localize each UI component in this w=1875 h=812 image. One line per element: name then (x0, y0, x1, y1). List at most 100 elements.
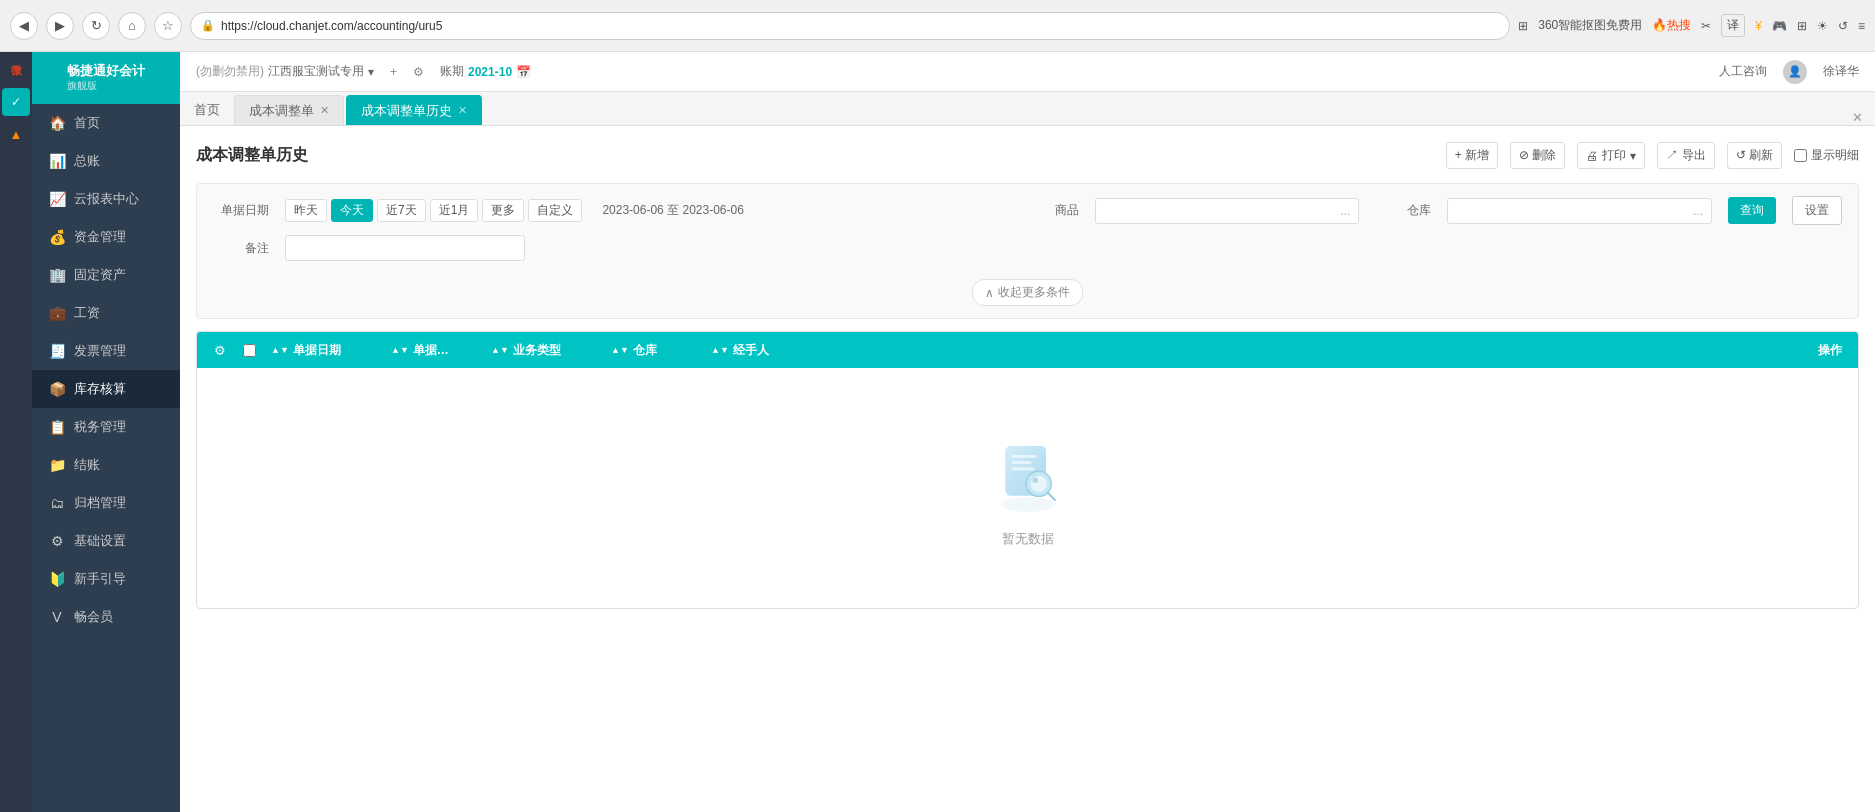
refresh-btn[interactable]: ↺ 刷新 (1727, 142, 1782, 169)
tab-cost-adjust-label: 成本调整单 (249, 102, 314, 120)
settings-col-icon: ⚙ (214, 343, 226, 358)
sort-arrows-num: ▲▼ (391, 346, 409, 354)
th-settings-icon[interactable]: ⚙ (205, 343, 235, 358)
service-btn[interactable]: 人工咨询 (1719, 63, 1767, 80)
svg-rect-3 (1011, 455, 1036, 458)
nav-header: 畅捷通好会计 旗舰版 (32, 52, 180, 104)
delete-btn[interactable]: ⊘ 删除 (1510, 142, 1565, 169)
icon-weibo[interactable]: 微 (2, 56, 30, 84)
page-content: 成本调整单历史 + 新增 ⊘ 删除 🖨 打印 ▾ ↗ 导出 ↺ 刷新 显示明细 (180, 126, 1875, 812)
export-btn[interactable]: ↗ 导出 (1657, 142, 1714, 169)
lock-icon: 🔒 (201, 19, 215, 32)
svg-line-8 (1047, 493, 1054, 500)
nav-icon-tax: 📋 (48, 419, 66, 435)
sidebar-icons: 微 ✓ ▲ (0, 52, 32, 812)
display-cols-checkbox[interactable]: 显示明细 (1794, 147, 1859, 164)
nav-item-fixed[interactable]: 🏢 固定资产 (32, 256, 180, 294)
home-button[interactable]: ⌂ (118, 12, 146, 40)
th-date-label: 单据日期 (293, 342, 341, 359)
query-btn[interactable]: 查询 (1728, 197, 1776, 224)
company-selector[interactable]: (勿删勿禁用) 江西服宝测试专用 ▾ (196, 63, 374, 80)
settings-icon[interactable]: ⚙ (413, 65, 424, 79)
th-warehouse[interactable]: ▲▼ 仓库 (603, 342, 703, 359)
date-filter-btns: 昨天 今天 近7天 近1月 更多 自定义 (285, 199, 582, 222)
nav-item-closing[interactable]: 📁 结账 (32, 446, 180, 484)
svg-point-0 (1001, 497, 1055, 511)
nav-icon-closing: 📁 (48, 457, 66, 473)
print-btn[interactable]: 🖨 打印 ▾ (1577, 142, 1645, 169)
left-nav: 畅捷通好会计 旗舰版 🏠 首页 📊 总账 📈 云报表中心 💰 资金管理 🏢 固定… (32, 52, 180, 812)
icon-orange[interactable]: ▲ (2, 120, 30, 148)
refresh-button[interactable]: ↻ (82, 12, 110, 40)
nav-item-guide[interactable]: 🔰 新手引导 (32, 560, 180, 598)
select-all-checkbox[interactable] (243, 344, 256, 357)
icon-green[interactable]: ✓ (2, 88, 30, 116)
date-btn-1month[interactable]: 近1月 (430, 199, 479, 222)
game-tool[interactable]: 🎮 (1772, 19, 1787, 33)
undo-tool[interactable]: ↺ (1838, 19, 1848, 33)
sun-tool[interactable]: ☀ (1817, 19, 1828, 33)
forward-button[interactable]: ▶ (46, 12, 74, 40)
tab-cost-adjust-history-label: 成本调整单历史 (361, 102, 452, 120)
grid-tool[interactable]: ⊞ (1797, 19, 1807, 33)
calendar-icon[interactable]: 📅 (516, 65, 531, 79)
cut-tool[interactable]: ✂ (1701, 19, 1711, 33)
nav-item-settings[interactable]: ⚙ 基础设置 (32, 522, 180, 560)
svg-rect-5 (1011, 468, 1034, 471)
user-avatar: 👤 (1783, 60, 1807, 84)
add-icon[interactable]: + (390, 65, 397, 79)
page-maximize-btn[interactable]: ✕ (1840, 110, 1875, 125)
translate-tool[interactable]: 译 (1721, 14, 1745, 37)
display-cols-input[interactable] (1794, 149, 1807, 162)
date-btn-custom[interactable]: 自定义 (528, 199, 582, 222)
setting-btn[interactable]: 设置 (1792, 196, 1842, 225)
user-name[interactable]: 徐译华 (1823, 63, 1859, 80)
th-date[interactable]: ▲▼ 单据日期 (263, 342, 383, 359)
url-text: https://cloud.chanjet.com/accounting/uru… (221, 19, 442, 33)
nav-item-ledger[interactable]: 📊 总账 (32, 142, 180, 180)
tab-cost-adjust-close[interactable]: ✕ (320, 104, 329, 117)
wallet-tool[interactable]: ¥ (1755, 19, 1762, 33)
back-button[interactable]: ◀ (10, 12, 38, 40)
filter-row-note: 备注 (213, 235, 1842, 261)
th-num[interactable]: ▲▼ 单据… (383, 342, 483, 359)
th-action-label: 操作 (1818, 342, 1842, 359)
date-btn-more[interactable]: 更多 (482, 199, 524, 222)
th-biztype[interactable]: ▲▼ 业务类型 (483, 342, 603, 359)
tab-home[interactable]: 首页 (180, 95, 234, 125)
th-operator[interactable]: ▲▼ 经手人 (703, 342, 823, 359)
empty-icon (983, 428, 1073, 518)
tab-cost-adjust-history[interactable]: 成本调整单历史 ✕ (346, 95, 482, 125)
nav-item-assets[interactable]: 💰 资金管理 (32, 218, 180, 256)
nav-item-home[interactable]: 🏠 首页 (32, 104, 180, 142)
nav-icon-reports: 📈 (48, 191, 66, 207)
nav-item-inventory[interactable]: 📦 库存核算 (32, 370, 180, 408)
nav-item-salary[interactable]: 💼 工资 (32, 294, 180, 332)
nav-item-tax[interactable]: 📋 税务管理 (32, 408, 180, 446)
product-filter-select[interactable]: ... (1095, 198, 1360, 224)
warehouse-filter-select[interactable]: ... (1447, 198, 1712, 224)
date-btn-yesterday[interactable]: 昨天 (285, 199, 327, 222)
qr-icon[interactable]: ⊞ (1518, 19, 1528, 33)
th-operator-label: 经手人 (733, 342, 769, 359)
tab-cost-adjust-history-close[interactable]: ✕ (458, 104, 467, 117)
warehouse-more-dots[interactable]: ... (1693, 204, 1703, 218)
date-btn-today[interactable]: 今天 (331, 199, 373, 222)
collapse-btn[interactable]: ∧ 收起更多条件 (972, 279, 1083, 306)
nav-label-tax: 税务管理 (74, 418, 126, 436)
nav-item-reports[interactable]: 📈 云报表中心 (32, 180, 180, 218)
star-button[interactable]: ☆ (154, 12, 182, 40)
nav-item-archive[interactable]: 🗂 归档管理 (32, 484, 180, 522)
product-more-dots[interactable]: ... (1340, 204, 1350, 218)
date-btn-7days[interactable]: 近7天 (377, 199, 426, 222)
nav-item-invoice[interactable]: 🧾 发票管理 (32, 332, 180, 370)
new-btn[interactable]: + 新增 (1446, 142, 1498, 169)
menu-tool[interactable]: ≡ (1858, 19, 1865, 33)
nav-icon-guide: 🔰 (48, 571, 66, 587)
note-filter-input[interactable] (285, 235, 525, 261)
nav-item-member[interactable]: V 畅会员 (32, 598, 180, 636)
th-checkbox[interactable] (235, 344, 263, 357)
nav-label-member: 畅会员 (74, 608, 113, 626)
url-bar[interactable]: 🔒 https://cloud.chanjet.com/accounting/u… (190, 12, 1510, 40)
tab-cost-adjust[interactable]: 成本调整单 ✕ (234, 95, 344, 125)
